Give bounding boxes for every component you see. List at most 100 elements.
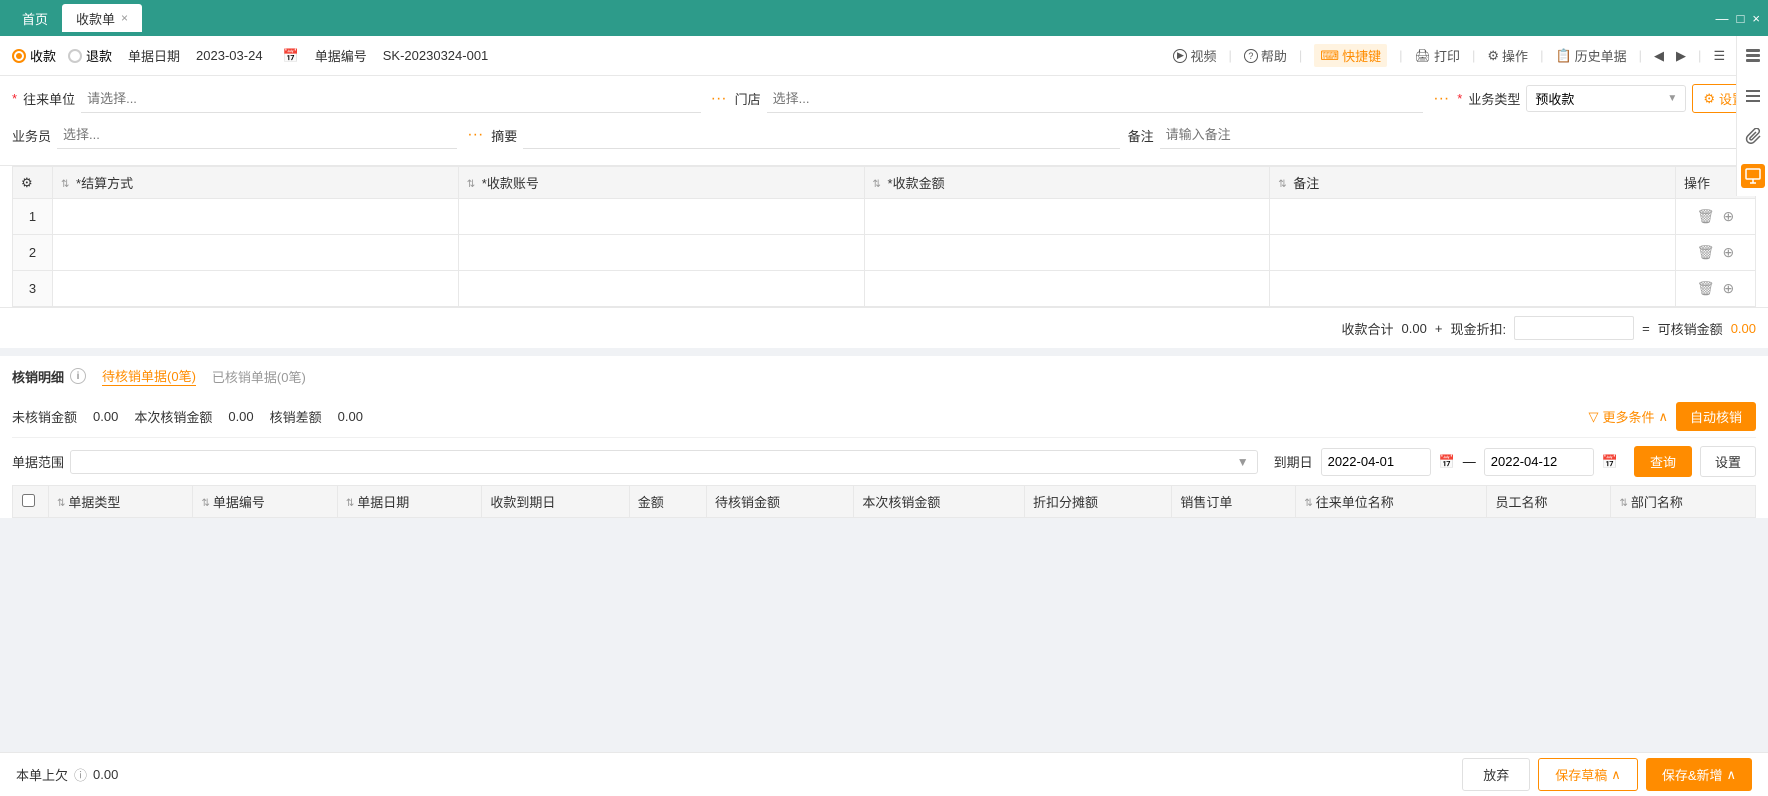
delete-icon-1[interactable]: 🗑 [1697,208,1715,225]
sidebar-screen-icon[interactable] [1741,164,1765,188]
amount-input-2[interactable] [865,235,1270,270]
auto-cancel-btn[interactable]: 自动核销 [1676,402,1756,431]
video-btn[interactable]: ▶ 视频 [1173,46,1216,65]
history-icon: 📋 [1555,48,1571,64]
settlement-input-1[interactable] [53,199,458,234]
more-conditions-btn[interactable]: ▽ 更多条件 ∧ [1588,407,1668,426]
bill-number-value: SK-20230324-001 [383,48,489,63]
done-tab[interactable]: 已核销单据(0笔) [212,367,306,386]
th-check-settings[interactable] [13,486,49,518]
cash-discount-label: 现金折扣: [1450,319,1506,338]
account-input-3[interactable] [459,271,864,306]
note-input-3[interactable] [1270,271,1675,306]
range-label: 单据范围 [12,452,64,471]
delete-icon-3[interactable]: 🗑 [1697,280,1715,297]
table-settings-header[interactable]: ⚙ [13,167,53,199]
print-btn[interactable]: 🖨 打印 [1414,46,1460,65]
pending-tab[interactable]: 待核销单据(0笔) [102,366,196,386]
action-cell-1: 🗑 ⊕ [1676,199,1756,235]
select-all-checkbox[interactable] [22,494,35,507]
note-cell-3[interactable] [1270,271,1676,307]
store-input[interactable] [767,85,1424,113]
settlement-input-2[interactable] [53,235,458,270]
sort-icon: ⇅ [873,179,881,190]
abstract-input[interactable] [523,121,1119,149]
store-more-icon[interactable]: ··· [1433,90,1449,108]
search-setting-btn[interactable]: 设置 [1700,446,1756,477]
account-input-1[interactable] [459,199,864,234]
business-type-value: 预收款 [1535,89,1574,108]
note-input-2[interactable] [1270,235,1675,270]
layout-list-icon[interactable]: ☰ [1713,48,1725,64]
radio-receipt-dot [12,49,26,63]
verify-header: 核销明细 i 待核销单据(0笔) 已核销单据(0笔) [12,366,1756,386]
tab-current[interactable]: 收款单 × [62,4,142,32]
difference-value: 0.00 [338,409,363,424]
amount-cell-3[interactable] [864,271,1270,307]
note-input[interactable] [1160,121,1756,149]
calendar-end-icon[interactable]: 📅 [1602,454,1618,470]
account-cell-1[interactable] [458,199,864,235]
cash-discount-input[interactable] [1514,316,1634,340]
account-cell-2[interactable] [458,235,864,271]
query-btn[interactable]: 查询 [1634,446,1692,477]
amount-cell-2[interactable] [864,235,1270,271]
settlement-cell-3[interactable] [53,271,459,307]
save-new-btn[interactable]: 保存&新增 ∧ [1646,758,1752,791]
tab-current-label: 收款单 [76,9,115,28]
carry-icon[interactable]: ⓘ [74,765,87,784]
calendar-icon[interactable]: 📅 [283,48,299,64]
sidebar-attachment-icon[interactable] [1741,124,1765,148]
close-btn[interactable]: × [1752,11,1760,26]
counterpart-input[interactable] [81,85,701,113]
th-employee: 员工名称 [1487,486,1611,518]
minimize-btn[interactable]: — [1716,11,1729,26]
form-row-1: * 往来单位 ··· 门店 ··· * 业务类型 预收款 ▼ ⚙ [12,84,1756,113]
th-pending-cancel: 待核销金额 [706,486,853,518]
account-cell-3[interactable] [458,271,864,307]
bill-number-label: 单据编号 [315,46,367,65]
amount-input-3[interactable] [865,271,1270,306]
note-input-1[interactable] [1270,199,1675,234]
bill-date-value: 2023-03-24 [196,48,263,63]
tab-close-icon[interactable]: × [121,11,128,25]
range-select[interactable]: ▼ [70,450,1258,474]
amount-input-1[interactable] [865,199,1270,234]
save-draft-btn[interactable]: 保存草稿 ∧ [1538,758,1638,791]
business-type-select[interactable]: 预收款 ▼ [1526,85,1686,112]
settlement-cell-2[interactable] [53,235,459,271]
copy-icon-3[interactable]: ⊕ [1723,280,1735,297]
copy-icon-2[interactable]: ⊕ [1723,244,1735,261]
settlement-cell-1[interactable] [53,199,459,235]
copy-icon-1[interactable]: ⊕ [1723,208,1735,225]
salesperson-label: 业务员 [12,126,51,145]
salesperson-more-icon[interactable]: ··· [467,126,483,144]
note-cell-1[interactable] [1270,199,1676,235]
radio-refund[interactable]: 退款 [68,46,112,65]
help-btn[interactable]: ? 帮助 [1244,46,1287,65]
calendar-start-icon[interactable]: 📅 [1439,454,1455,470]
note-cell-2[interactable] [1270,235,1676,271]
counterpart-more-icon[interactable]: ··· [711,90,727,108]
salesperson-input[interactable] [57,121,457,149]
sidebar-table-icon[interactable] [1741,44,1765,68]
nav-left-icon[interactable]: ◀ [1654,48,1664,64]
shortcut-btn[interactable]: ⌨ 快捷键 [1314,44,1387,67]
due-date-end-input[interactable] [1484,448,1594,476]
stats-row: 未核销金额 0.00 本次核销金额 0.00 核销差额 0.00 ▽ 更多条件 … [12,396,1756,437]
nav-right-icon[interactable]: ▶ [1676,48,1686,64]
sidebar-list-icon[interactable] [1741,84,1765,108]
operation-btn[interactable]: ⚙ 操作 [1487,46,1528,65]
due-date-start-input[interactable] [1321,448,1431,476]
amount-cell-1[interactable] [864,199,1270,235]
table-row: 1 🗑 ⊕ [13,199,1756,235]
account-input-2[interactable] [459,235,864,270]
delete-icon-2[interactable]: 🗑 [1697,244,1715,261]
radio-receipt[interactable]: 收款 [12,46,56,65]
maximize-btn[interactable]: □ [1737,11,1745,26]
settlement-input-3[interactable] [53,271,458,306]
verify-info-icon[interactable]: i [70,368,86,384]
abandon-btn[interactable]: 放弃 [1462,758,1530,791]
tab-home[interactable]: 首页 [8,4,62,32]
history-btn[interactable]: 📋 历史单据 [1555,46,1626,65]
